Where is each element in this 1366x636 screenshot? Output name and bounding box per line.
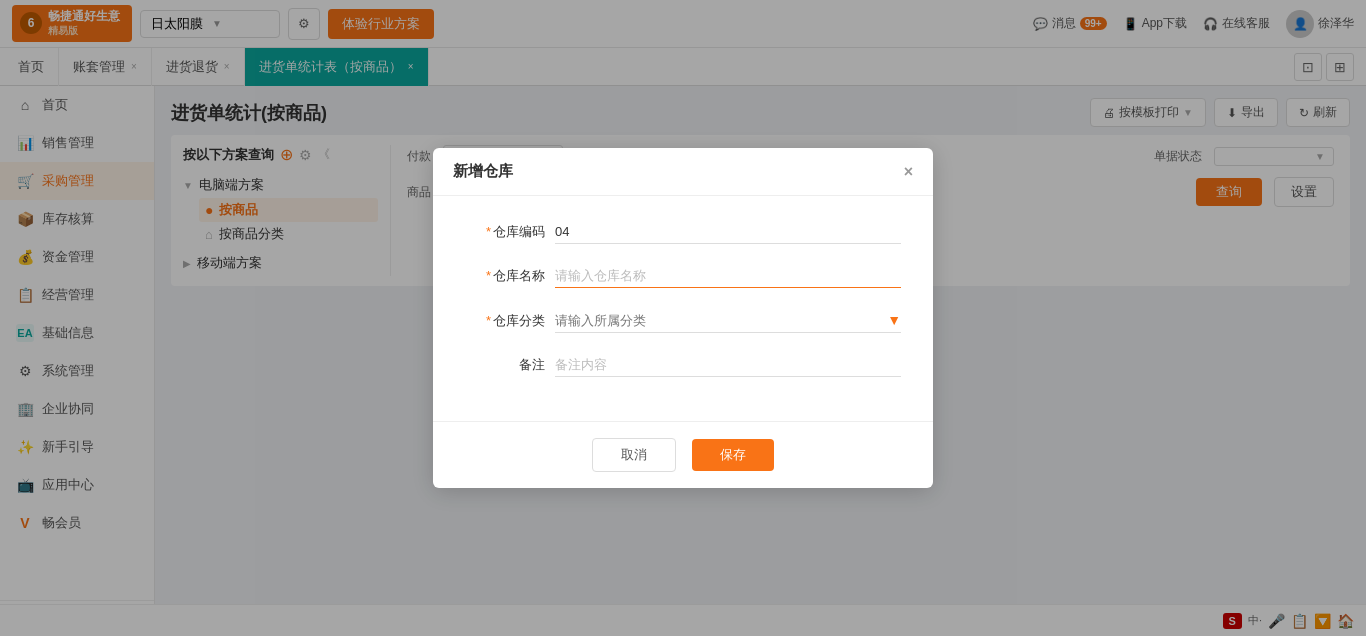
form-row-remark: 备注 — [465, 353, 901, 377]
category-input[interactable] — [555, 313, 887, 328]
name-label: 仓库名称 — [465, 267, 545, 285]
save-button[interactable]: 保存 — [692, 439, 774, 471]
modal-header: 新增仓库 × — [433, 148, 933, 196]
form-row-code: 仓库编码 — [465, 220, 901, 244]
modal-body: 仓库编码 仓库名称 仓库分类 ▼ 备注 — [433, 196, 933, 421]
code-label: 仓库编码 — [465, 223, 545, 241]
remark-label: 备注 — [465, 356, 545, 374]
modal-title: 新增仓库 — [453, 162, 513, 181]
form-row-category: 仓库分类 ▼ — [465, 308, 901, 333]
code-input[interactable] — [555, 220, 901, 244]
form-row-name: 仓库名称 — [465, 264, 901, 288]
category-select[interactable]: ▼ — [555, 308, 901, 333]
modal-overlay[interactable]: 新增仓库 × 仓库编码 仓库名称 仓库分类 ▼ — [0, 0, 1366, 636]
modal-close-button[interactable]: × — [904, 163, 913, 181]
cancel-button[interactable]: 取消 — [592, 438, 676, 472]
category-label: 仓库分类 — [465, 312, 545, 330]
modal-footer: 取消 保存 — [433, 421, 933, 488]
new-warehouse-modal: 新增仓库 × 仓库编码 仓库名称 仓库分类 ▼ — [433, 148, 933, 488]
category-dropdown-arrow[interactable]: ▼ — [887, 312, 901, 328]
name-input[interactable] — [555, 264, 901, 288]
remark-input[interactable] — [555, 353, 901, 377]
